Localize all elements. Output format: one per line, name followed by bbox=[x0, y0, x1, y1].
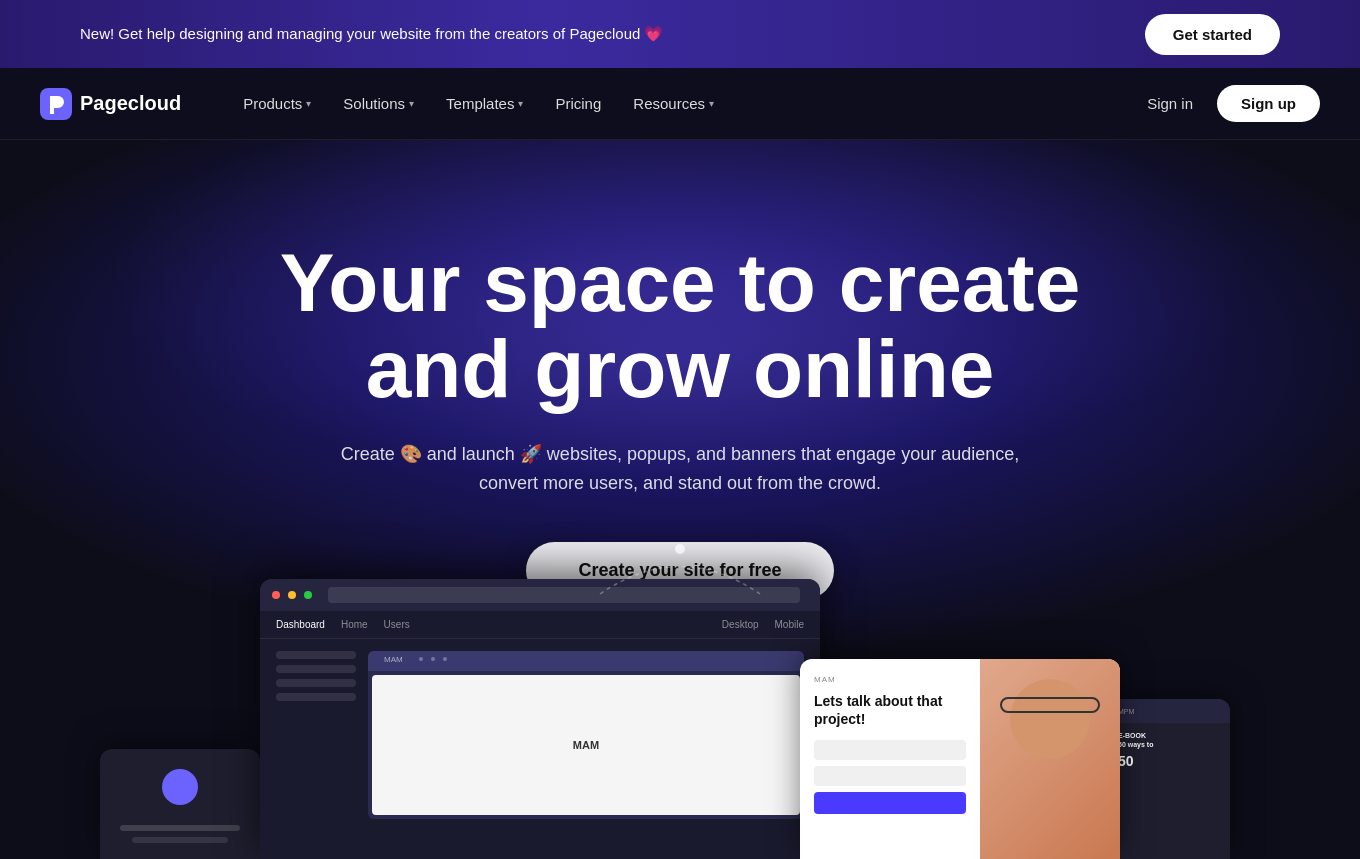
chevron-down-icon: ▾ bbox=[409, 98, 414, 109]
sr-title: Lets talk about that project! bbox=[814, 692, 966, 728]
nav-item-templates[interactable]: Templates ▾ bbox=[432, 87, 537, 120]
announcement-text: New! Get help designing and managing you… bbox=[80, 25, 664, 43]
nav-item-pricing-label: Pricing bbox=[555, 95, 601, 112]
sr-face bbox=[1010, 679, 1090, 759]
hero-note-prefix: Choose a bbox=[542, 619, 606, 635]
sfr-logo: MPM bbox=[1118, 708, 1134, 715]
sign-up-button[interactable]: Sign up bbox=[1217, 85, 1320, 122]
sr-glasses bbox=[1000, 697, 1100, 713]
announcement-cta-button[interactable]: Get started bbox=[1145, 14, 1280, 55]
sfr-label: E-BOOK bbox=[1118, 732, 1146, 739]
sr-badge: MAM bbox=[814, 675, 966, 684]
nav-item-resources-label: Resources bbox=[633, 95, 705, 112]
screen-left bbox=[100, 749, 260, 859]
sfr-title-text: 50 ways to bbox=[1118, 741, 1153, 748]
sc-canvas: MAM bbox=[372, 675, 800, 815]
sr-image bbox=[980, 659, 1120, 859]
sfr-body: E-BOOK 50 ways to 50 bbox=[1110, 723, 1230, 777]
nav-item-solutions[interactable]: Solutions ▾ bbox=[329, 87, 428, 120]
tab-dashboard: Dashboard bbox=[276, 619, 325, 630]
sign-in-button[interactable]: Sign in bbox=[1135, 87, 1205, 120]
sc-main-logo: MAM bbox=[376, 653, 411, 666]
window-minimize-dot bbox=[288, 591, 296, 599]
navbar: Pagecloud Products ▾ Solutions ▾ Templat… bbox=[0, 68, 1360, 140]
logo-link[interactable]: Pagecloud bbox=[40, 88, 181, 120]
hero-subtext: Create 🎨 and launch 🚀 websites, popups, … bbox=[340, 440, 1020, 498]
plan-link[interactable]: plan bbox=[606, 619, 632, 635]
sc-nav-dot bbox=[419, 657, 423, 661]
hero-cta-wrap: Create your site for free bbox=[526, 542, 833, 599]
nav-item-products-label: Products bbox=[243, 95, 302, 112]
logo-text: Pagecloud bbox=[80, 92, 181, 115]
sfr-top: MPM bbox=[1110, 699, 1230, 723]
sc-main-nav: MAM bbox=[368, 651, 804, 667]
tab-users: Users bbox=[384, 619, 410, 630]
nav-item-products[interactable]: Products ▾ bbox=[229, 87, 325, 120]
hero-headline-line1: Your space to create bbox=[280, 237, 1081, 328]
sidebar-item bbox=[276, 693, 356, 701]
screen-right: MAM Lets talk about that project! bbox=[800, 659, 1120, 859]
sr-name-field bbox=[814, 740, 966, 760]
sc-canvas-text: MAM bbox=[573, 739, 599, 751]
sfr-number: 50 bbox=[1118, 753, 1222, 769]
hero-headline: Your space to create and grow online bbox=[280, 240, 1081, 412]
nav-item-templates-label: Templates bbox=[446, 95, 514, 112]
hero-note: Choose a plan when you're ready to publi… bbox=[542, 619, 818, 635]
sc-nav-dot bbox=[431, 657, 435, 661]
hero-section: Your space to create and grow online Cre… bbox=[0, 140, 1360, 859]
screen-left-line1 bbox=[120, 825, 240, 831]
sidebar-item bbox=[276, 651, 356, 659]
nav-item-pricing[interactable]: Pricing bbox=[541, 87, 615, 120]
nav-item-resources[interactable]: Resources ▾ bbox=[619, 87, 728, 120]
sc-content: MAM MAM bbox=[260, 639, 820, 831]
nav-links: Products ▾ Solutions ▾ Templates ▾ Prici… bbox=[229, 87, 1135, 120]
sr-email-field bbox=[814, 766, 966, 786]
chevron-down-icon: ▾ bbox=[709, 98, 714, 109]
hero-headline-line2: and grow online bbox=[366, 323, 995, 414]
sc-main-area: MAM MAM bbox=[368, 651, 804, 819]
hero-note-suffix: when you're ready to publish. bbox=[632, 619, 818, 635]
nav-auth: Sign in Sign up bbox=[1135, 85, 1320, 122]
chevron-down-icon: ▾ bbox=[518, 98, 523, 109]
chevron-down-icon: ▾ bbox=[306, 98, 311, 109]
sr-submit-button bbox=[814, 792, 966, 814]
screen-left-line2 bbox=[132, 837, 228, 843]
sc-nav-dot bbox=[443, 657, 447, 661]
sidebar-item bbox=[276, 665, 356, 673]
window-maximize-dot bbox=[304, 591, 312, 599]
sr-content: MAM Lets talk about that project! bbox=[800, 659, 980, 830]
hero-cta-button[interactable]: Create your site for free bbox=[526, 542, 833, 599]
sfr-title: E-BOOK 50 ways to bbox=[1118, 731, 1222, 749]
avatar bbox=[162, 769, 198, 805]
sc-sidebar bbox=[276, 651, 356, 819]
tab-home: Home bbox=[341, 619, 368, 630]
screen-far-right: MPM E-BOOK 50 ways to 50 bbox=[1110, 699, 1230, 859]
nav-item-solutions-label: Solutions bbox=[343, 95, 405, 112]
logo-icon bbox=[40, 88, 72, 120]
sidebar-item bbox=[276, 679, 356, 687]
window-close-dot bbox=[272, 591, 280, 599]
announcement-bar: New! Get help designing and managing you… bbox=[0, 0, 1360, 68]
sc-main-header: MAM bbox=[368, 651, 804, 671]
